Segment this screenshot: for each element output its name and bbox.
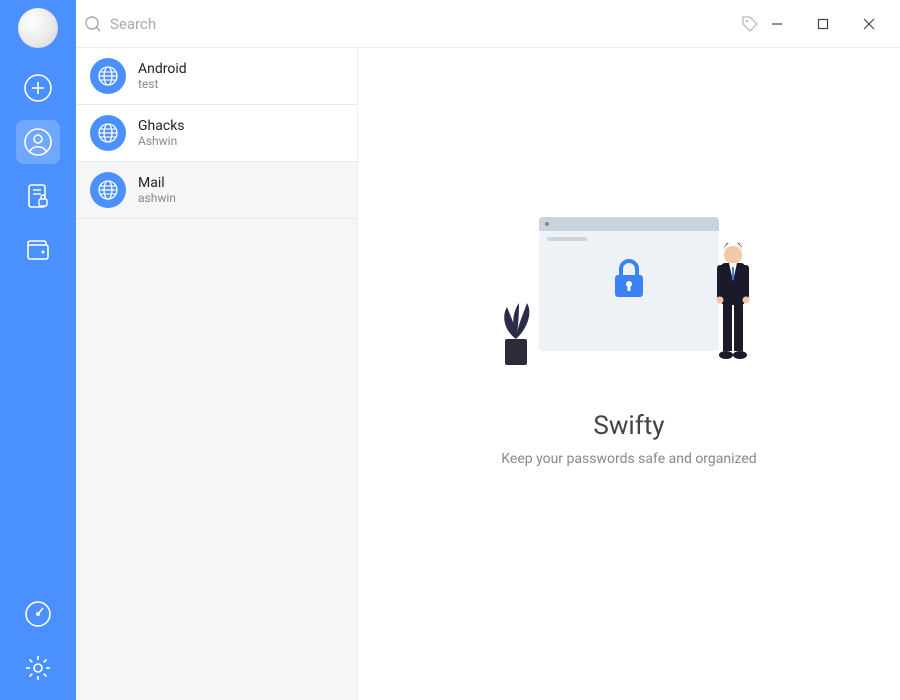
entry-title: Android <box>138 61 187 77</box>
search-wrap <box>84 15 552 33</box>
maximize-icon <box>817 18 829 30</box>
entry-subtitle: ashwin <box>138 191 176 205</box>
entry-text: Ghacks Ashwin <box>138 118 185 148</box>
entry-title: Ghacks <box>138 118 185 134</box>
app-logo <box>18 8 58 48</box>
globe-icon <box>90 115 126 151</box>
window-controls <box>768 15 892 33</box>
audit-button[interactable] <box>16 592 60 636</box>
illustration <box>499 201 759 391</box>
entry-item[interactable]: Ghacks Ashwin <box>76 105 357 162</box>
minimize-button[interactable] <box>768 15 786 33</box>
globe-icon <box>90 172 126 208</box>
settings-button[interactable] <box>16 646 60 690</box>
globe-icon <box>90 58 126 94</box>
lock-icon <box>607 257 651 301</box>
add-button[interactable] <box>16 66 60 110</box>
entry-title: Mail <box>138 175 176 191</box>
entry-text: Android test <box>138 61 187 91</box>
entry-item[interactable]: Mail ashwin <box>76 162 357 219</box>
document-lock-icon <box>23 181 53 211</box>
empty-title: Swifty <box>593 411 664 441</box>
entry-item[interactable]: Android test <box>76 48 357 105</box>
search-input[interactable] <box>110 15 330 33</box>
empty-state: Swifty Keep your passwords safe and orga… <box>358 48 900 700</box>
maximize-button[interactable] <box>814 15 832 33</box>
gear-icon <box>23 653 53 683</box>
notes-tab[interactable] <box>16 174 60 218</box>
topbar <box>76 0 900 48</box>
content-area: Android test Ghacks Ashwin <box>76 0 900 700</box>
entry-text: Mail ashwin <box>138 175 176 205</box>
entry-list: Android test Ghacks Ashwin <box>76 48 358 700</box>
tag-button[interactable] <box>732 6 768 42</box>
tag-icon <box>741 15 759 33</box>
empty-subtitle: Keep your passwords safe and organized <box>501 451 756 467</box>
wallet-tab[interactable] <box>16 228 60 272</box>
entry-subtitle: test <box>138 77 187 91</box>
app-root: Android test Ghacks Ashwin <box>0 0 900 700</box>
minimize-icon <box>771 18 783 30</box>
close-icon <box>863 18 875 30</box>
entry-subtitle: Ashwin <box>138 134 185 148</box>
sidebar <box>0 0 76 700</box>
accounts-tab[interactable] <box>16 120 60 164</box>
close-button[interactable] <box>860 15 878 33</box>
plus-circle-icon <box>23 73 53 103</box>
search-icon <box>84 15 102 33</box>
body: Android test Ghacks Ashwin <box>76 48 900 700</box>
wallet-icon <box>23 235 53 265</box>
gauge-icon <box>23 599 53 629</box>
person-circle-icon <box>23 127 53 157</box>
person-icon <box>707 243 759 365</box>
